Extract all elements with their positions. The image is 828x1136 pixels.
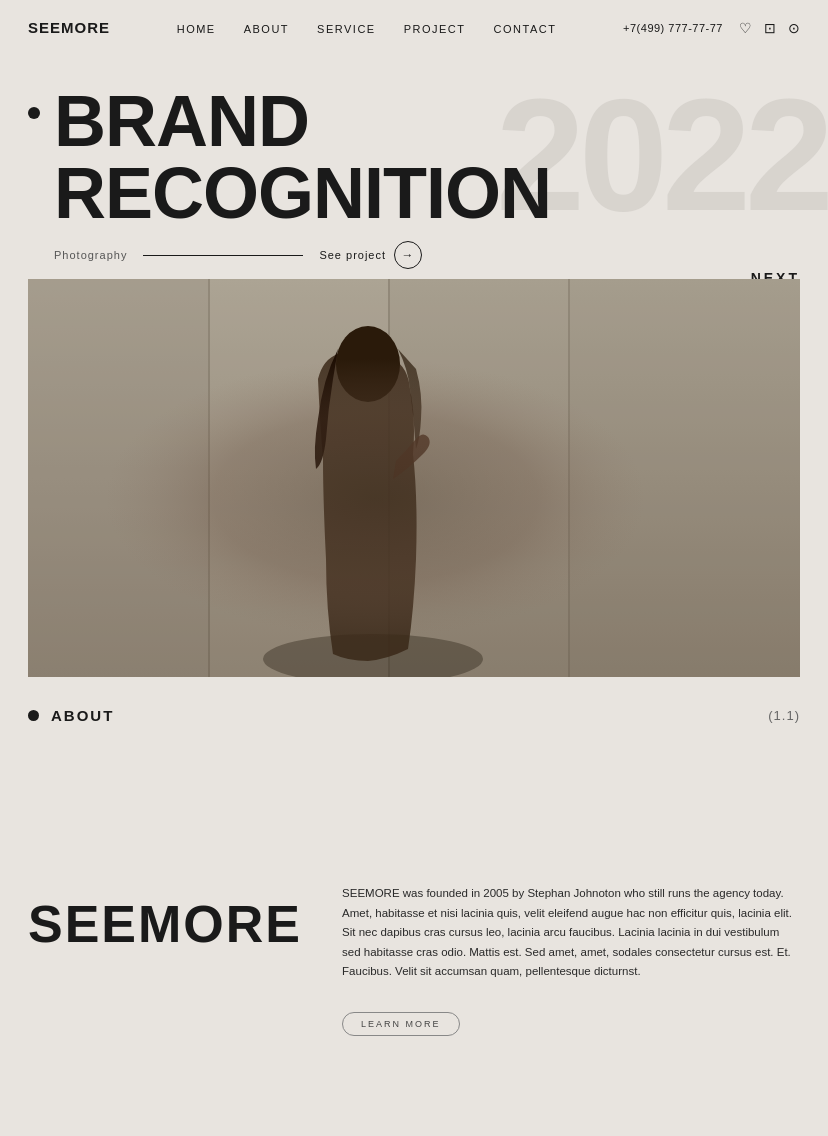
see-project-arrow-circle[interactable]: →	[394, 241, 422, 269]
user-icon[interactable]: ⊙	[788, 20, 800, 36]
nav-home[interactable]: HOME	[177, 23, 216, 35]
nav-right: +7(499) 777-77-77 ♡ ⊡ ⊙	[623, 20, 800, 36]
hero-photo-svg	[28, 279, 800, 677]
spacer	[28, 784, 800, 864]
hero-category: Photography	[54, 249, 127, 261]
about-dot	[28, 710, 39, 721]
about-logo-large: SEEMORE	[28, 884, 302, 954]
about-text-column: SEEMORE was founded in 2005 by Stephan J…	[342, 884, 800, 1036]
hero-dot	[28, 107, 40, 119]
svg-rect-10	[28, 279, 800, 677]
see-project-link[interactable]: See project →	[319, 241, 422, 269]
bottom-spacer	[0, 1056, 828, 1136]
navbar: SEEMORE HOME ABOUT SERVICE PROJECT CONTA…	[0, 0, 828, 55]
hero-divider-line	[143, 255, 303, 256]
learn-more-button[interactable]: LEARN MORE	[342, 1012, 460, 1036]
hero-subtitle-row: Photography See project →	[54, 241, 800, 269]
hero-photo	[28, 279, 800, 677]
hero-title-line1: BRAND	[54, 81, 309, 161]
about-title-row: ABOUT	[28, 707, 114, 724]
about-description: SEEMORE was founded in 2005 by Stephan J…	[342, 884, 800, 982]
hero-section: 2022 BRAND RECOGNITION NEXT Photography …	[0, 55, 828, 279]
about-section-label: ABOUT	[51, 707, 114, 724]
phone-number: +7(499) 777-77-77	[623, 22, 723, 34]
logo[interactable]: SEEMORE	[28, 19, 110, 36]
hero-title-line2: RECOGNITION	[54, 153, 551, 233]
nav-about[interactable]: ABOUT	[244, 23, 289, 35]
arrow-icon: →	[402, 248, 415, 262]
nav-contact[interactable]: CONTACT	[494, 23, 557, 35]
heart-icon[interactable]: ♡	[739, 20, 752, 36]
see-project-label: See project	[319, 249, 386, 261]
nav-links: HOME ABOUT SERVICE PROJECT CONTACT	[177, 19, 557, 37]
about-section: ABOUT (1.1) SEEMORE SEEMORE was founded …	[0, 677, 828, 1056]
about-header: ABOUT (1.1)	[28, 707, 800, 724]
nav-service[interactable]: SERVICE	[317, 23, 376, 35]
nav-icons: ♡ ⊡ ⊙	[739, 20, 800, 36]
about-content: SEEMORE SEEMORE was founded in 2005 by S…	[28, 884, 800, 1036]
hero-title: BRAND RECOGNITION	[54, 85, 551, 229]
hero-image	[28, 279, 800, 677]
nav-project[interactable]: PROJECT	[404, 23, 466, 35]
about-section-number: (1.1)	[768, 708, 800, 723]
cart-icon[interactable]: ⊡	[764, 20, 776, 36]
